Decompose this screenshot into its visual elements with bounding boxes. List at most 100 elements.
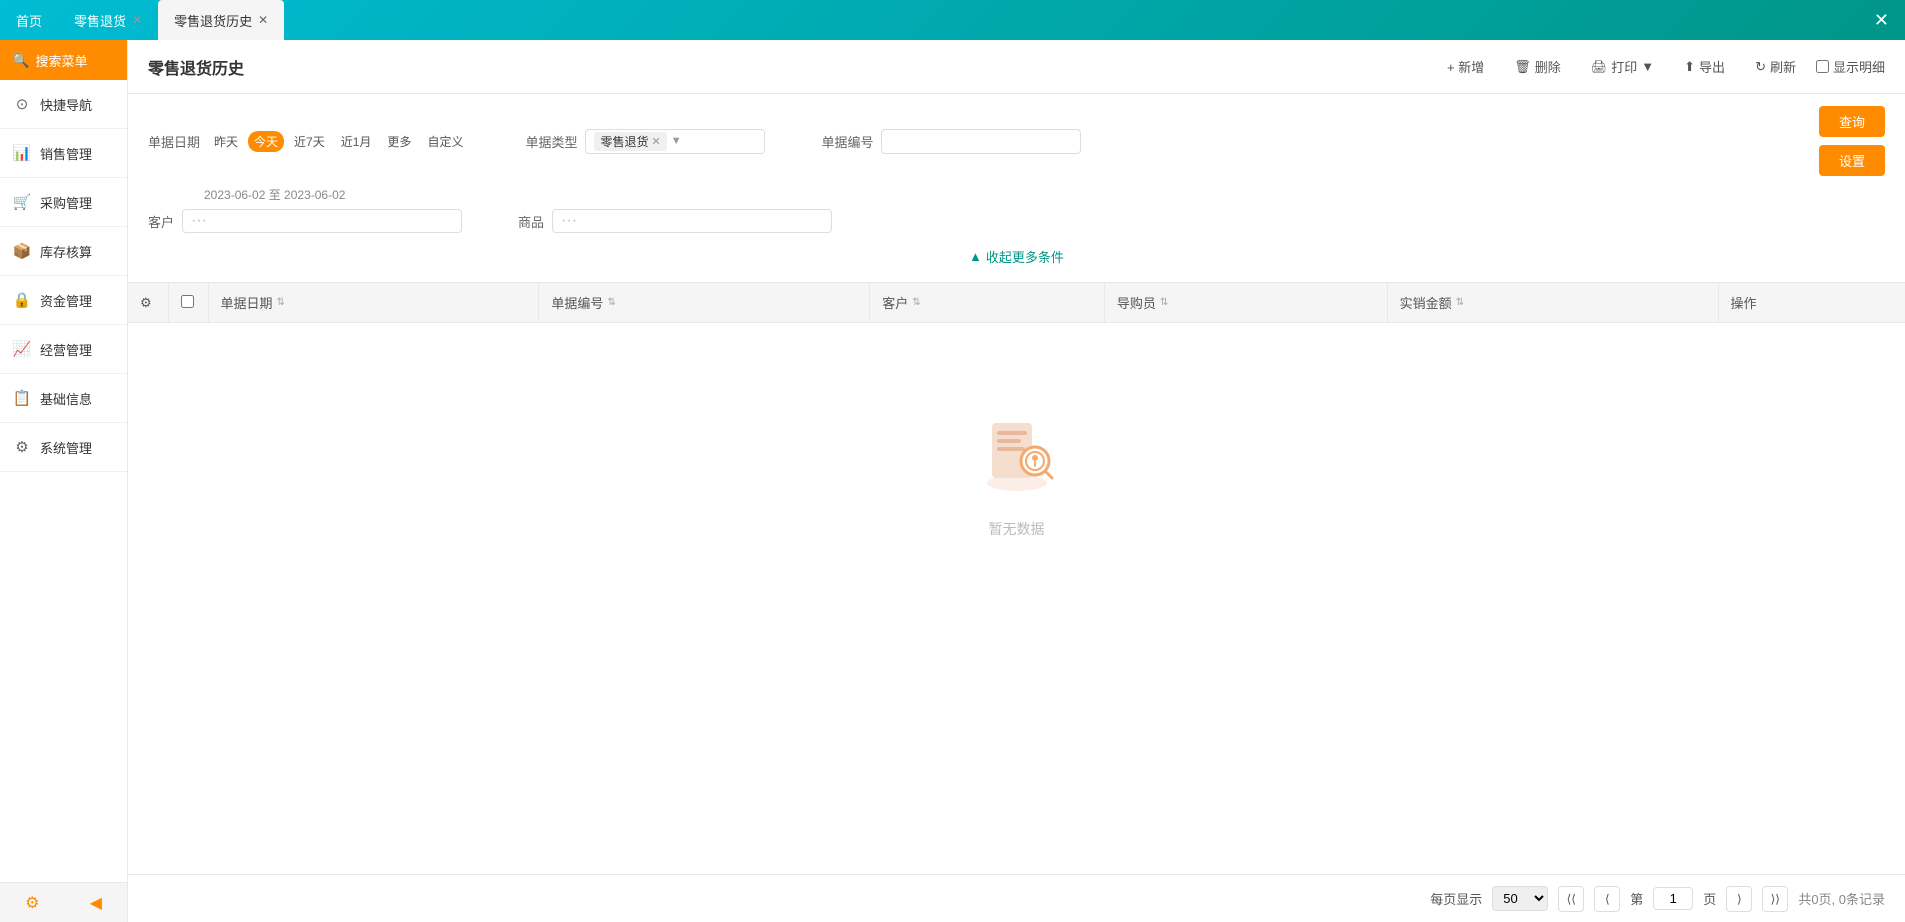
search-icon: 🔍 bbox=[12, 52, 29, 69]
sidebar-sound-btn[interactable]: ◀ bbox=[90, 893, 102, 913]
sidebar-item-sales[interactable]: 📊 销售管理 bbox=[0, 129, 127, 178]
show-detail-checkbox[interactable] bbox=[1816, 60, 1829, 73]
select-all-checkbox[interactable] bbox=[181, 295, 194, 308]
sidebar-settings-btn[interactable]: ⚙ bbox=[25, 893, 39, 913]
th-customer-label: 客户 bbox=[882, 293, 908, 312]
query-button[interactable]: 查询 bbox=[1819, 106, 1885, 137]
date-btn-7days[interactable]: 近7天 bbox=[288, 131, 331, 152]
export-icon: ⬆ bbox=[1684, 59, 1695, 75]
filter-area: 单据日期 昨天 今天 近7天 近1月 更多 自定义 单据类型 bbox=[128, 94, 1905, 283]
sidebar-nav: ⊙ 快捷导航 📊 销售管理 🛒 采购管理 📦 库存核算 🔒 资金管理 📈 bbox=[0, 80, 127, 882]
sidebar-item-system[interactable]: ⚙ 系统管理 bbox=[0, 423, 127, 472]
refresh-button[interactable]: ↻ 刷新 bbox=[1745, 52, 1806, 81]
th-action: 操作 bbox=[1718, 283, 1905, 323]
voucher-type-tag-close[interactable]: ✕ bbox=[651, 135, 660, 148]
settings-button[interactable]: 设置 bbox=[1819, 145, 1885, 176]
sidebar-item-quick-nav[interactable]: ⊙ 快捷导航 bbox=[0, 80, 127, 129]
date-btn-more[interactable]: 更多 bbox=[381, 131, 417, 152]
tab-retail-return-history[interactable]: 零售退货历史 ✕ bbox=[158, 0, 284, 40]
customer-label: 客户 bbox=[148, 212, 174, 231]
new-button[interactable]: + 新增 bbox=[1437, 52, 1494, 81]
new-btn-label: + 新增 bbox=[1447, 57, 1484, 76]
table-header-row: ⚙ 单据日期 ⇅ 单据编号 bbox=[128, 283, 1905, 323]
next-page-btn[interactable]: ⟩ bbox=[1726, 886, 1752, 912]
filter-goods-field: 商品 ··· bbox=[518, 209, 832, 233]
date-btn-today[interactable]: 今天 bbox=[248, 131, 284, 152]
voucher-type-dropdown-arrow: ▼ bbox=[671, 135, 682, 147]
th-date-label: 单据日期 bbox=[221, 293, 273, 312]
voucher-type-label: 单据类型 bbox=[525, 132, 577, 151]
first-page-btn[interactable]: ⟨⟨ bbox=[1558, 886, 1584, 912]
tab-bar: 首页 零售退货 ✕ 零售退货历史 ✕ bbox=[0, 0, 1858, 40]
refresh-icon: ↻ bbox=[1755, 59, 1766, 75]
date-btn-1month[interactable]: 近1月 bbox=[335, 131, 378, 152]
table-header: ⚙ 单据日期 ⇅ 单据编号 bbox=[128, 283, 1905, 323]
sidebar-item-label: 经营管理 bbox=[40, 340, 92, 359]
sidebar-item-purchase[interactable]: 🛒 采购管理 bbox=[0, 178, 127, 227]
sidebar-item-label: 库存核算 bbox=[40, 242, 92, 261]
goods-label: 商品 bbox=[518, 212, 544, 231]
window-close-btn[interactable]: ✕ bbox=[1858, 10, 1905, 31]
empty-text: 暂无数据 bbox=[989, 519, 1045, 539]
th-customer-sort[interactable]: 客户 ⇅ bbox=[882, 293, 1092, 312]
tab-home[interactable]: 首页 bbox=[0, 0, 58, 40]
goods-input[interactable]: ··· bbox=[552, 209, 832, 233]
filter-actions: 查询 设置 bbox=[1819, 106, 1885, 176]
collapse-label: 收起更多条件 bbox=[986, 247, 1064, 266]
sidebar-bottom: ⚙ ◀ bbox=[0, 882, 127, 922]
refresh-btn-label: 刷新 bbox=[1770, 57, 1796, 76]
sidebar-item-label: 系统管理 bbox=[40, 438, 92, 457]
page-title: 零售退货历史 bbox=[148, 55, 244, 79]
sidebar-item-basic-info[interactable]: 📋 基础信息 bbox=[0, 374, 127, 423]
table-area: ⚙ 单据日期 ⇅ 单据编号 bbox=[128, 283, 1905, 874]
th-amount[interactable]: 实销金额 ⇅ bbox=[1387, 283, 1718, 323]
th-amount-sort-icon: ⇅ bbox=[1456, 297, 1464, 308]
sidebar-item-operations[interactable]: 📈 经营管理 bbox=[0, 325, 127, 374]
tab-retail-return-history-label: 零售退货历史 bbox=[174, 11, 252, 30]
filter-voucher-type-field: 单据类型 零售退货 ✕ ▼ bbox=[525, 129, 765, 154]
voucher-number-input[interactable] bbox=[881, 129, 1081, 154]
tab-retail-return-close[interactable]: ✕ bbox=[132, 13, 142, 27]
voucher-type-input[interactable]: 零售退货 ✕ ▼ bbox=[585, 129, 765, 154]
sidebar-item-inventory[interactable]: 📦 库存核算 bbox=[0, 227, 127, 276]
filter-date-range-row: 2023-06-02 至 2023-06-02 bbox=[148, 186, 1885, 203]
th-number[interactable]: 单据编号 ⇅ bbox=[539, 283, 870, 323]
delete-button[interactable]: 🗑 删除 bbox=[1504, 52, 1571, 81]
collapse-filter-btn[interactable]: ▲ 收起更多条件 bbox=[148, 243, 1885, 270]
sidebar-item-label: 采购管理 bbox=[40, 193, 92, 212]
top-bar: 首页 零售退货 ✕ 零售退货历史 ✕ ✕ bbox=[0, 0, 1905, 40]
last-page-btn[interactable]: ⟩⟩ bbox=[1762, 886, 1788, 912]
operations-icon: 📈 bbox=[12, 339, 32, 359]
sidebar-item-finance[interactable]: 🔒 资金管理 bbox=[0, 276, 127, 325]
th-settings[interactable]: ⚙ bbox=[128, 283, 168, 323]
th-date[interactable]: 单据日期 ⇅ bbox=[208, 283, 539, 323]
th-date-sort[interactable]: 单据日期 ⇅ bbox=[221, 293, 527, 312]
print-icon: 🖨 bbox=[1591, 59, 1608, 75]
main-layout: 🔍 搜索菜单 ⊙ 快捷导航 📊 销售管理 🛒 采购管理 📦 库存核算 🔒 bbox=[0, 40, 1905, 922]
th-customer-sort-icon: ⇅ bbox=[912, 297, 920, 308]
page-input[interactable] bbox=[1653, 887, 1693, 910]
date-btn-yesterday[interactable]: 昨天 bbox=[208, 131, 244, 152]
prev-page-btn[interactable]: ⟨ bbox=[1594, 886, 1620, 912]
print-button[interactable]: 🖨 打印 ▼ bbox=[1581, 52, 1664, 81]
tab-retail-return[interactable]: 零售退货 ✕ bbox=[58, 0, 158, 40]
th-customer[interactable]: 客户 ⇅ bbox=[870, 283, 1105, 323]
date-btn-custom[interactable]: 自定义 bbox=[421, 131, 469, 152]
export-button[interactable]: ⬆ 导出 bbox=[1674, 52, 1735, 81]
per-page-label: 每页显示 bbox=[1430, 889, 1482, 908]
tab-retail-return-label: 零售退货 bbox=[74, 11, 126, 30]
th-amount-sort[interactable]: 实销金额 ⇅ bbox=[1400, 293, 1706, 312]
empty-icon bbox=[967, 403, 1067, 503]
tab-retail-return-history-close[interactable]: ✕ bbox=[258, 13, 268, 27]
customer-input[interactable]: ··· bbox=[182, 209, 462, 233]
th-number-sort[interactable]: 单据编号 ⇅ bbox=[551, 293, 857, 312]
per-page-select[interactable]: 50 20 100 bbox=[1492, 886, 1548, 911]
sales-icon: 📊 bbox=[12, 143, 32, 163]
sidebar-search[interactable]: 🔍 搜索菜单 bbox=[0, 40, 127, 80]
th-guide-sort[interactable]: 导购员 ⇅ bbox=[1117, 293, 1375, 312]
th-guide[interactable]: 导购员 ⇅ bbox=[1104, 283, 1387, 323]
current-page-label: 第 bbox=[1630, 889, 1643, 908]
purchase-icon: 🛒 bbox=[12, 192, 32, 212]
empty-state: 暂无数据 bbox=[128, 323, 1905, 619]
content-area: 零售退货历史 + 新增 🗑 删除 🖨 打印 ▼ ⬆ 导出 bbox=[128, 40, 1905, 922]
